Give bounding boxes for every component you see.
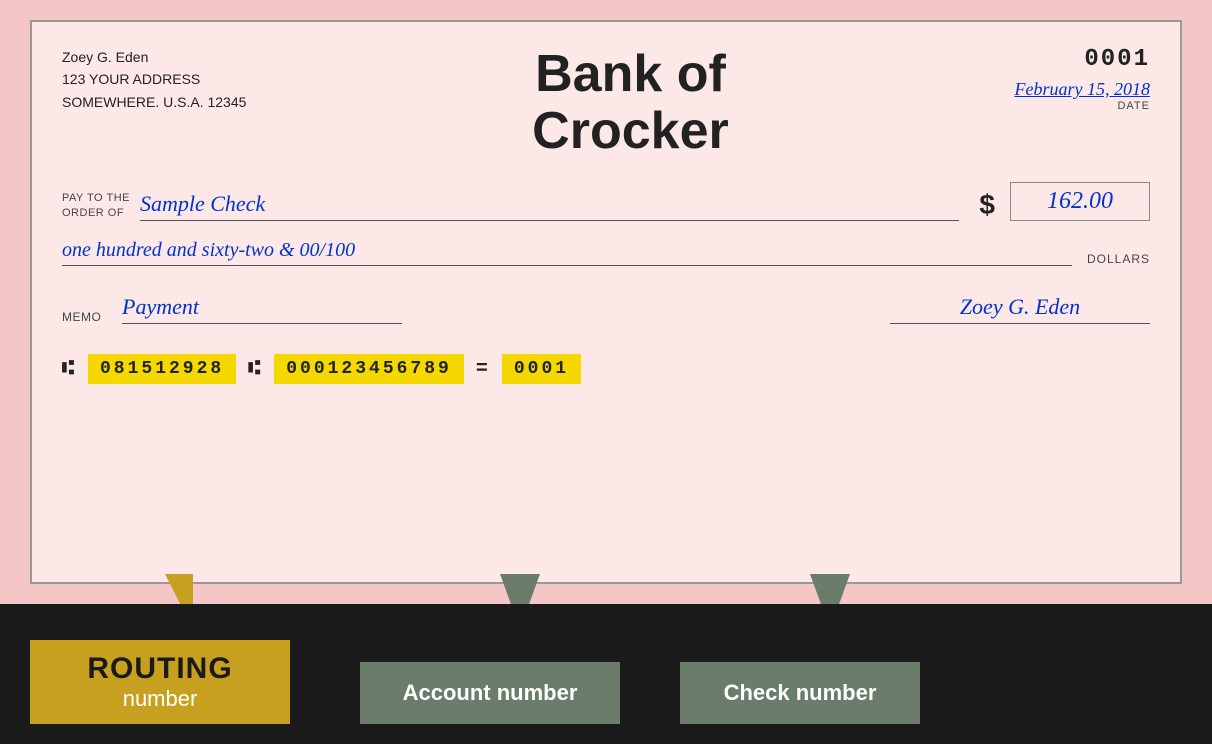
account-holder-name: Zoey G. Eden — [62, 46, 246, 68]
address-line2: SOMEWHERE. U.S.A. 12345 — [62, 91, 246, 113]
micr-routing-prefix: ⑆ — [62, 358, 76, 381]
payee-line: Sample Check — [140, 191, 959, 221]
micr-check-number: 0001 — [502, 354, 581, 384]
payee-name: Sample Check — [140, 191, 265, 216]
account-number-label: Account number — [403, 680, 578, 705]
check-label-box: Check number — [680, 662, 920, 724]
routing-label-box: ROUTING number — [30, 640, 290, 724]
bank-name: Bank of Crocker — [532, 46, 729, 160]
pay-to-label: PAY TO THE ORDER OF — [62, 191, 130, 222]
micr-account-number: 000123456789 — [274, 354, 464, 384]
written-amount: one hundred and sixty-two & 00/100 — [62, 239, 1072, 266]
account-holder-address: Zoey G. Eden 123 YOUR ADDRESS SOMEWHERE.… — [62, 46, 246, 113]
bottom-label-bar: ROUTING number Account number Check numb… — [0, 604, 1212, 744]
date-value: February 15, 2018 — [1015, 79, 1150, 100]
micr-routing-suffix: ⑆ — [248, 358, 262, 381]
memo-line: Payment — [122, 294, 402, 324]
account-label-box: Account number — [360, 662, 620, 724]
micr-account-suffix: = — [476, 358, 490, 381]
check-number-label: Check number — [724, 680, 877, 705]
check-number-area: 0001 February 15, 2018 DATE — [1015, 46, 1150, 112]
micr-routing-number: 081512928 — [88, 354, 236, 384]
amount-box: 162.00 — [1010, 182, 1150, 221]
memo-value: Payment — [122, 294, 199, 319]
memo-section: MEMO Payment Zoey G. Eden — [62, 294, 1150, 324]
memo-label: MEMO — [62, 310, 112, 324]
amount-value: 162.00 — [1047, 188, 1113, 214]
signature-value: Zoey G. Eden — [960, 294, 1080, 319]
check-number-display: 0001 — [1015, 46, 1150, 73]
address-line1: 123 YOUR ADDRESS — [62, 68, 246, 90]
signature-area: Zoey G. Eden — [412, 294, 1150, 324]
signature-line: Zoey G. Eden — [890, 294, 1150, 324]
micr-line: ⑆ 081512928 ⑆ 000123456789 = 0001 — [62, 354, 1150, 384]
routing-label-bottom: number — [52, 686, 268, 712]
date-label: DATE — [1015, 100, 1150, 112]
routing-label-top: ROUTING — [52, 652, 268, 686]
written-amount-row: one hundred and sixty-two & 00/100 DOLLA… — [62, 239, 1150, 266]
pay-to-section: PAY TO THE ORDER OF Sample Check $ 162.0… — [62, 182, 1150, 221]
dollars-label: DOLLARS — [1087, 252, 1150, 266]
dollar-sign: $ — [979, 189, 995, 221]
check-document: Zoey G. Eden 123 YOUR ADDRESS SOMEWHERE.… — [30, 20, 1182, 584]
